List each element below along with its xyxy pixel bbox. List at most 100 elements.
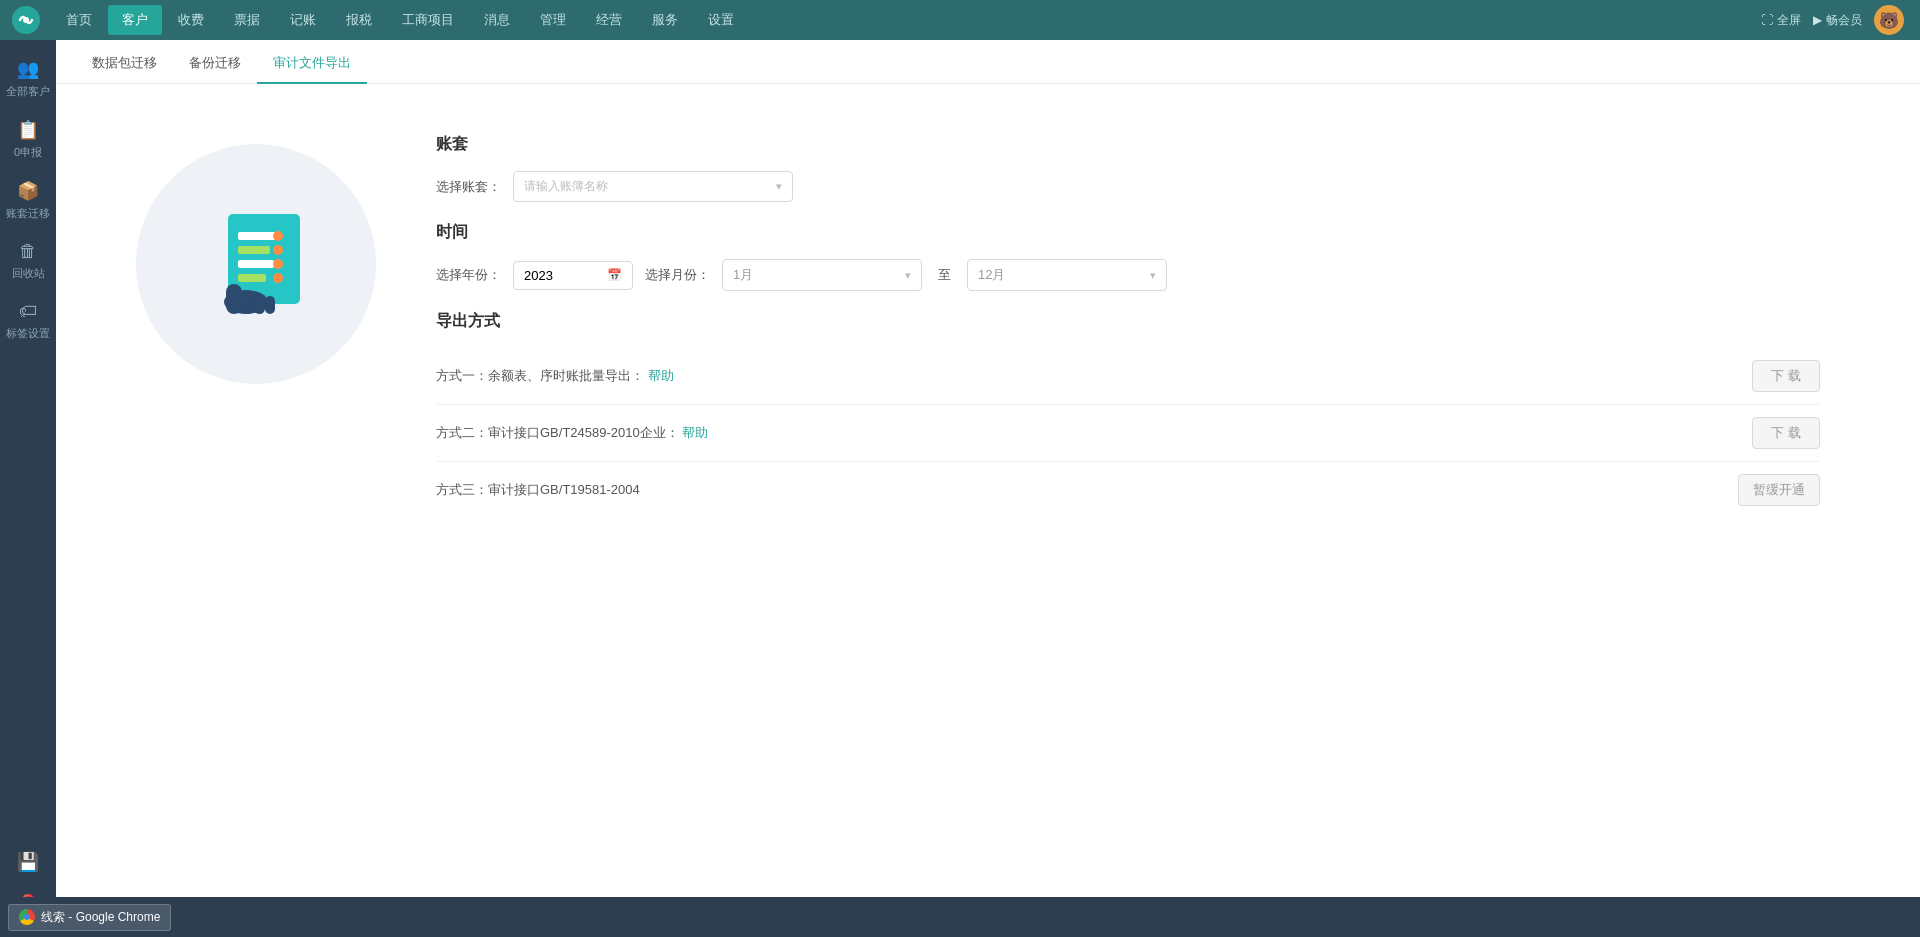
nav-tax[interactable]: 报税 (332, 5, 386, 35)
export-method-1: 方式一：余额表、序时账批量导出： 帮助 下 载 (436, 348, 1820, 405)
sidebar-label-customers: 全部客户 (6, 84, 50, 99)
method1-help-link[interactable]: 帮助 (648, 368, 674, 383)
time-form-row: 选择年份： 2023 📅 选择月份： 1月 ▾ 至 12月 ▾ (436, 259, 1820, 291)
month-end-select[interactable]: 12月 ▾ (967, 259, 1167, 291)
nav-manage[interactable]: 管理 (526, 5, 580, 35)
sidebar-item-zero-declare[interactable]: 📋 0申报 (0, 109, 56, 170)
top-nav-right: ⛶ 全屏 ▶ 畅会员 🐻 (1761, 5, 1904, 35)
export-method-3: 方式三：审计接口GB/T19581-2004 暂缓开通 (436, 462, 1820, 518)
sidebar-item-label-settings[interactable]: 🏷 标签设置 (0, 291, 56, 351)
nav-service[interactable]: 服务 (638, 5, 692, 35)
nav-home[interactable]: 首页 (52, 5, 106, 35)
tab-data-migrate[interactable]: 数据包迁移 (76, 44, 173, 84)
svg-rect-6 (238, 274, 266, 282)
illustration-circle (136, 144, 376, 384)
chevron-down-icon-2: ▾ (905, 269, 911, 282)
method1-text: 方式一：余额表、序时账批量导出： (436, 368, 644, 383)
chevron-down-icon-3: ▾ (1150, 269, 1156, 282)
form-area: 账套 选择账套： 请输入账簿名称 ▾ 时间 选择年份： 2023 � (396, 124, 1860, 897)
member-button[interactable]: ▶ 畅会员 (1813, 12, 1862, 29)
month-start-value: 1月 (733, 266, 753, 284)
download-icon: 💾 (17, 851, 39, 873)
tab-bar: 数据包迁移 备份迁移 审计文件导出 (56, 40, 1920, 84)
method1-text-area: 方式一：余额表、序时账批量导出： 帮助 (436, 367, 674, 385)
svg-rect-14 (254, 294, 265, 314)
sidebar-item-download[interactable]: 💾 (0, 841, 56, 883)
export-method-2: 方式二：审计接口GB/T24589-2010企业： 帮助 下 载 (436, 405, 1820, 462)
svg-rect-13 (242, 292, 254, 314)
top-navigation: 首页 客户 收费 票据 记账 报税 工商项目 消息 管理 经营 服务 设置 ⛶ … (0, 0, 1920, 40)
fullscreen-button[interactable]: ⛶ 全屏 (1761, 12, 1801, 29)
time-section-title: 时间 (436, 222, 1820, 243)
year-input[interactable]: 2023 📅 (513, 261, 633, 290)
method3-text-area: 方式三：审计接口GB/T19581-2004 (436, 481, 640, 499)
nav-settings[interactable]: 设置 (694, 5, 748, 35)
svg-point-7 (273, 231, 283, 241)
sidebar-label-tag: 标签设置 (6, 326, 50, 341)
svg-point-10 (273, 273, 283, 283)
migrate-icon: 📦 (17, 180, 39, 202)
year-value: 2023 (524, 268, 553, 283)
calendar-icon: 📅 (607, 268, 622, 282)
year-label: 选择年份： (436, 266, 501, 284)
method2-help-link[interactable]: 帮助 (682, 425, 708, 440)
nav-accounting[interactable]: 记账 (276, 5, 330, 35)
svg-rect-3 (238, 232, 278, 240)
nav-operation[interactable]: 经营 (582, 5, 636, 35)
svg-point-9 (273, 259, 283, 269)
tab-backup-migrate[interactable]: 备份迁移 (173, 44, 257, 84)
month-end-value: 12月 (978, 266, 1005, 284)
video-icon: ▶ (1813, 13, 1822, 27)
nav-customer[interactable]: 客户 (108, 5, 162, 35)
to-text: 至 (934, 266, 955, 284)
method2-download-button[interactable]: 下 载 (1752, 417, 1820, 449)
illustration-svg (176, 184, 336, 344)
nav-fee[interactable]: 收费 (164, 5, 218, 35)
svg-rect-12 (226, 284, 242, 314)
account-section-title: 账套 (436, 134, 1820, 155)
method1-download-button[interactable]: 下 载 (1752, 360, 1820, 392)
page-content: 账套 选择账套： 请输入账簿名称 ▾ 时间 选择年份： 2023 � (56, 84, 1920, 937)
month-start-select[interactable]: 1月 ▾ (722, 259, 922, 291)
taskbar: 线索 - Google Chrome (0, 897, 1920, 937)
method3-text: 方式三：审计接口GB/T19581-2004 (436, 482, 640, 497)
svg-rect-5 (238, 260, 274, 268)
method2-text-area: 方式二：审计接口GB/T24589-2010企业： 帮助 (436, 424, 708, 442)
customers-icon: 👥 (17, 58, 39, 80)
recycle-icon: 🗑 (19, 241, 37, 262)
nav-items: 首页 客户 收费 票据 记账 报税 工商项目 消息 管理 经营 服务 设置 (52, 5, 1761, 35)
sidebar: 👥 全部客户 📋 0申报 📦 账套迁移 🗑 回收站 🏷 标签设置 💾 ❓ (0, 40, 56, 937)
method3-vip-button[interactable]: 暂缓开通 (1738, 474, 1820, 506)
fullscreen-icon: ⛶ (1761, 13, 1773, 27)
chrome-icon (19, 909, 35, 925)
avatar[interactable]: 🐻 (1874, 5, 1904, 35)
svg-rect-4 (238, 246, 270, 254)
declare-icon: 📋 (17, 119, 39, 141)
chevron-down-icon: ▾ (776, 180, 782, 193)
account-select[interactable]: 请输入账簿名称 ▾ (513, 171, 793, 202)
account-label: 选择账套： (436, 178, 501, 196)
method2-text: 方式二：审计接口GB/T24589-2010企业： (436, 425, 679, 440)
sidebar-label-declare: 0申报 (14, 145, 42, 160)
sidebar-item-all-customers[interactable]: 👥 全部客户 (0, 48, 56, 109)
account-placeholder: 请输入账簿名称 (524, 178, 608, 195)
account-form-row: 选择账套： 请输入账簿名称 ▾ (436, 171, 1820, 202)
content-area: 数据包迁移 备份迁移 审计文件导出 (56, 40, 1920, 937)
sidebar-item-recycle[interactable]: 🗑 回收站 (0, 231, 56, 291)
taskbar-chrome-item[interactable]: 线索 - Google Chrome (8, 904, 171, 931)
month-label: 选择月份： (645, 266, 710, 284)
main-layout: 👥 全部客户 📋 0申报 📦 账套迁移 🗑 回收站 🏷 标签设置 💾 ❓ (0, 40, 1920, 937)
nav-business[interactable]: 工商项目 (388, 5, 468, 35)
sidebar-label-migrate: 账套迁移 (6, 206, 50, 221)
illustration-area (116, 124, 396, 897)
nav-message[interactable]: 消息 (470, 5, 524, 35)
taskbar-item-label: 线索 - Google Chrome (41, 909, 160, 926)
sidebar-item-account-migrate[interactable]: 📦 账套迁移 (0, 170, 56, 231)
nav-invoice[interactable]: 票据 (220, 5, 274, 35)
tab-audit-export[interactable]: 审计文件导出 (257, 44, 367, 84)
export-section-title: 导出方式 (436, 311, 1820, 332)
svg-point-1 (23, 17, 29, 23)
logo[interactable] (8, 2, 44, 38)
svg-rect-15 (265, 296, 275, 314)
tag-icon: 🏷 (19, 301, 37, 322)
